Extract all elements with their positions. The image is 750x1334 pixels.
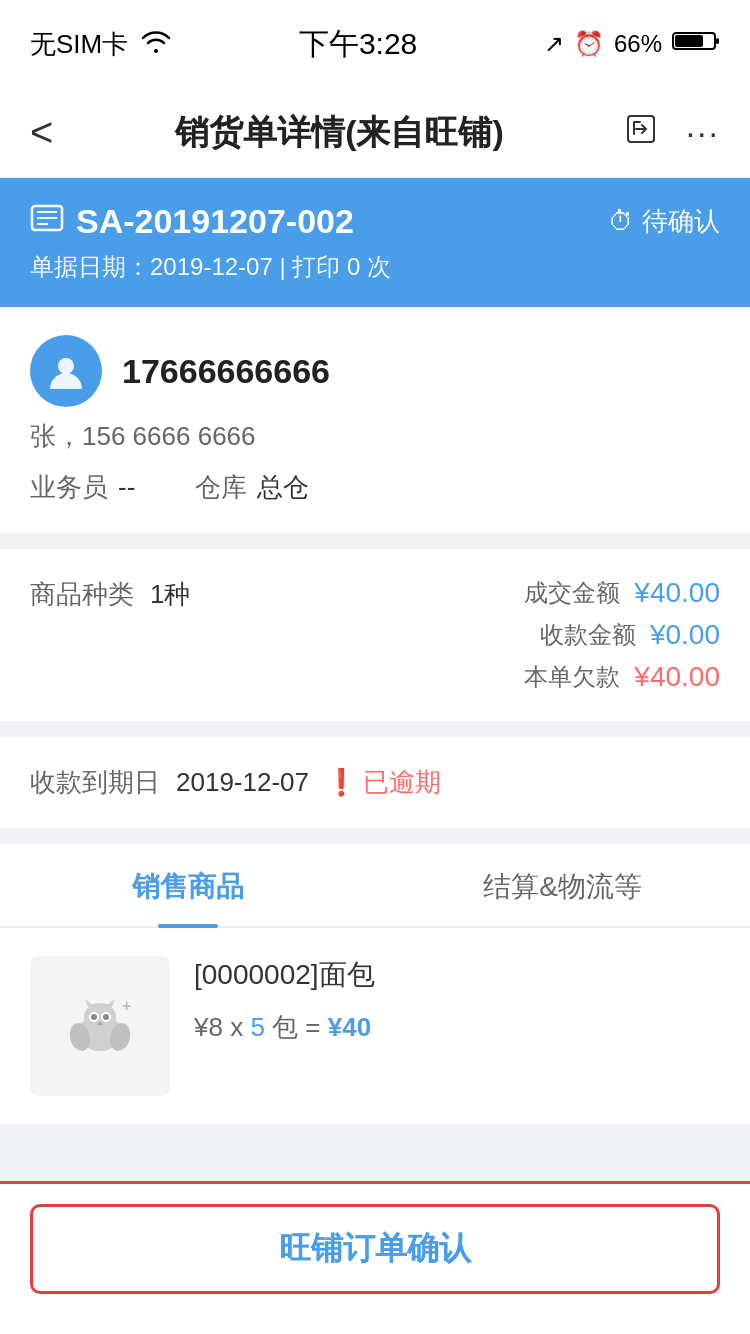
svg-point-15	[91, 1014, 97, 1020]
wifi-icon	[140, 29, 172, 60]
deal-label: 成交金额	[524, 577, 620, 609]
product-section: + [0000002]面包 ¥8 x 5 包 = ¥40	[0, 928, 750, 1124]
location-icon: ↗	[544, 30, 564, 58]
customer-row: 17666666666	[30, 335, 720, 407]
status-left: 无SIM卡	[30, 27, 172, 62]
svg-rect-2	[716, 38, 719, 44]
order-id: SA-20191207-002	[30, 202, 354, 241]
confirm-order-label: 旺铺订单确认	[279, 1227, 471, 1271]
carrier-label: 无SIM卡	[30, 27, 128, 62]
receipt-amount: ¥0.00	[650, 619, 720, 651]
due-label: 收款到期日	[30, 765, 160, 800]
due-date: 2019-12-07	[176, 767, 309, 798]
summary-left: 商品种类 1种	[30, 577, 190, 612]
status-clock-icon: ⏱	[608, 206, 634, 237]
nav-bar: < 销货单详情(来自旺铺) ···	[0, 88, 750, 178]
product-price: ¥8 x 5 包 = ¥40	[194, 1010, 720, 1045]
salesman-value: --	[118, 472, 135, 503]
share-icon[interactable]	[626, 114, 656, 151]
customer-meta: 业务员 -- 仓库 总仓	[30, 470, 720, 505]
tab-settlement-label: 结算&物流等	[483, 871, 642, 902]
avatar	[30, 335, 102, 407]
salesman-meta: 业务员 --	[30, 470, 135, 505]
svg-point-10	[84, 1003, 116, 1031]
receipt-label: 收款金额	[540, 619, 636, 651]
svg-point-16	[103, 1014, 109, 1020]
status-right: ↗ ⏰ 66%	[544, 29, 720, 59]
warehouse-value: 总仓	[257, 470, 309, 505]
order-status: ⏱ 待确认	[608, 204, 720, 239]
price-qty: 5	[250, 1012, 264, 1042]
order-header: SA-20191207-002 ⏱ 待确认 单据日期：2019-12-07 | …	[0, 178, 750, 307]
customer-name: 张，156 6666 6666	[30, 419, 720, 454]
more-icon[interactable]: ···	[686, 113, 720, 152]
warehouse-meta: 仓库 总仓	[195, 470, 309, 505]
deal-amount: ¥40.00	[634, 577, 720, 609]
customer-phone: 17666666666	[122, 352, 330, 391]
type-label: 商品种类	[30, 577, 134, 612]
alarm-icon: ⏰	[574, 30, 604, 58]
bottom-bar: 旺铺订单确认	[0, 1181, 750, 1334]
tabs-section: 销售商品 结算&物流等	[0, 844, 750, 928]
overdue-badge: ❗ 已逾期	[325, 765, 441, 800]
deal-row: 成交金额 ¥40.00	[524, 577, 720, 609]
summary-right: 成交金额 ¥40.00 收款金额 ¥0.00 本单欠款 ¥40.00	[524, 577, 720, 693]
overdue-text: 已逾期	[363, 765, 441, 800]
product-thumbnail: +	[30, 956, 170, 1096]
overdue-warning-icon: ❗	[325, 767, 357, 798]
battery-icon	[672, 29, 720, 59]
debt-amount: ¥40.00	[634, 661, 720, 693]
tab-sales-product[interactable]: 销售商品	[0, 844, 375, 926]
customer-section: 17666666666 张，156 6666 6666 业务员 -- 仓库 总仓	[0, 307, 750, 533]
page-title: 销货单详情(来自旺铺)	[175, 110, 504, 156]
status-text: 待确认	[642, 204, 720, 239]
price-multiply: x	[230, 1012, 250, 1042]
type-value: 1种	[150, 577, 190, 612]
svg-point-8	[58, 358, 74, 374]
tab-sales-product-label: 销售商品	[132, 871, 244, 902]
price-equals: =	[305, 1012, 327, 1042]
status-time: 下午3:28	[299, 24, 417, 65]
nav-icons: ···	[626, 113, 720, 152]
order-icon	[30, 204, 64, 239]
tabs-row: 销售商品 结算&物流等	[0, 844, 750, 928]
salesman-label: 业务员	[30, 470, 108, 505]
price-unit: ¥8	[194, 1012, 223, 1042]
status-bar: 无SIM卡 下午3:28 ↗ ⏰ 66%	[0, 0, 750, 88]
receipt-row: 收款金额 ¥0.00	[540, 619, 720, 651]
due-section: 收款到期日 2019-12-07 ❗ 已逾期	[0, 737, 750, 828]
order-id-row: SA-20191207-002 ⏱ 待确认	[30, 202, 720, 241]
battery-label: 66%	[614, 30, 662, 58]
price-total: ¥40	[328, 1012, 371, 1042]
product-name: [0000002]面包	[194, 956, 720, 994]
debt-label: 本单欠款	[524, 661, 620, 693]
order-id-text: SA-20191207-002	[76, 202, 354, 241]
product-info: [0000002]面包 ¥8 x 5 包 = ¥40	[194, 956, 720, 1045]
svg-text:+: +	[122, 997, 131, 1014]
svg-rect-1	[675, 35, 703, 47]
back-button[interactable]: <	[30, 110, 53, 155]
tab-settlement[interactable]: 结算&物流等	[375, 844, 750, 926]
debt-row: 本单欠款 ¥40.00	[524, 661, 720, 693]
price-unit-label: 包	[272, 1012, 298, 1042]
confirm-order-button[interactable]: 旺铺订单确认	[30, 1204, 720, 1294]
summary-section: 商品种类 1种 成交金额 ¥40.00 收款金额 ¥0.00 本单欠款 ¥40.…	[0, 549, 750, 721]
order-date: 单据日期：2019-12-07 | 打印 0 次	[30, 251, 720, 283]
warehouse-label: 仓库	[195, 470, 247, 505]
